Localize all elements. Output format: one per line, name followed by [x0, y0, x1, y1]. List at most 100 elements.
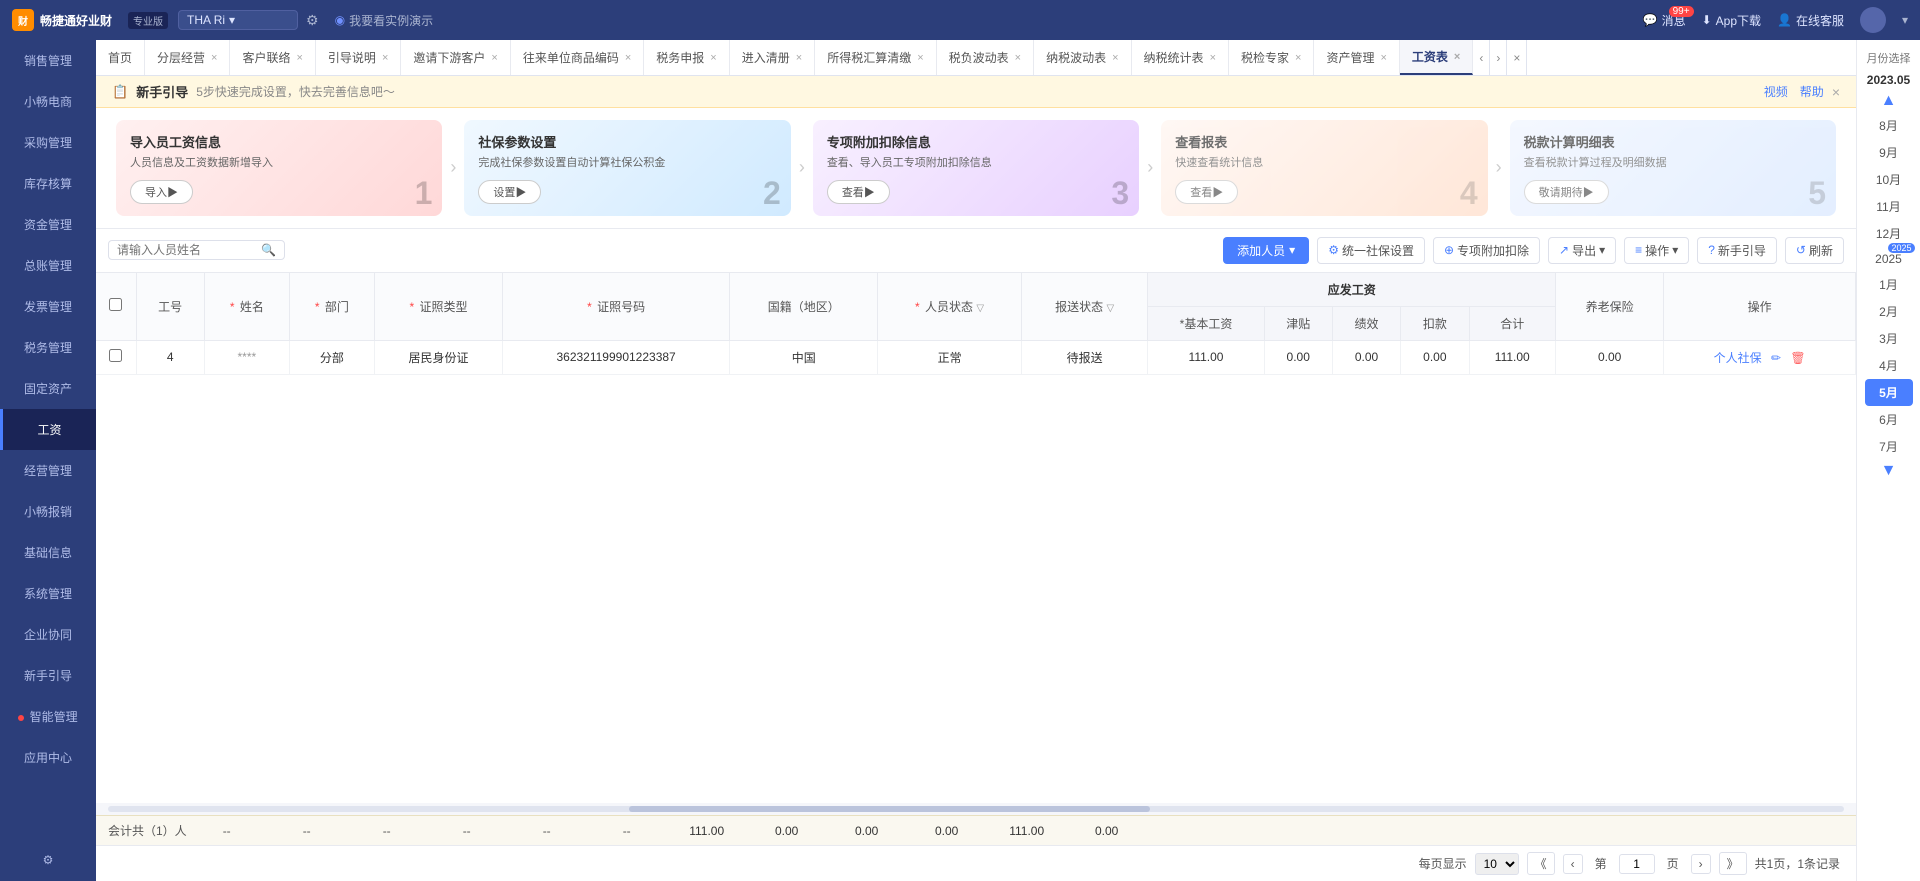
tab-tax-count[interactable]: 纳税统计表 × [1132, 40, 1229, 75]
sidebar-item-inventory[interactable]: 库存核算 [0, 163, 96, 204]
last-page-button[interactable]: 》 [1719, 852, 1747, 875]
sidebar-item-report[interactable]: 小畅报销 [0, 491, 96, 532]
tab-close-icon[interactable]: × [1210, 52, 1216, 64]
search-icon[interactable]: 🔍 [261, 243, 276, 257]
sidebar-item-coop[interactable]: 企业协同 [0, 614, 96, 655]
sidebar-item-basic[interactable]: 基础信息 [0, 532, 96, 573]
sidebar-item-ledger[interactable]: 总账管理 [0, 245, 96, 286]
tab-close-icon[interactable]: × [1112, 52, 1118, 64]
month-item-1[interactable]: 1月 [1865, 271, 1913, 298]
company-selector[interactable]: THA Ri ▾ [178, 10, 298, 30]
user-menu-icon[interactable]: ▾ [1902, 13, 1908, 27]
action-button[interactable]: ≡ 操作 ▾ [1624, 237, 1689, 264]
tab-prev-button[interactable]: ‹ [1473, 40, 1490, 75]
tab-tax-calc[interactable]: 所得税汇算清缴 × [815, 40, 936, 75]
sidebar-item-smart[interactable]: 智能管理 [0, 696, 96, 737]
tab-product-code[interactable]: 往来单位商品编码 × [511, 40, 644, 75]
page-number-input[interactable] [1619, 854, 1655, 874]
sidebar-item-guide[interactable]: 新手引导 [0, 655, 96, 696]
gear-icon[interactable]: ⚙ [306, 12, 319, 29]
tab-tax-expert[interactable]: 税检专家 × [1229, 40, 1314, 75]
avatar[interactable] [1860, 7, 1886, 33]
tab-close-icon[interactable]: × [625, 52, 631, 64]
export-button[interactable]: ↗ 导出 ▾ [1548, 237, 1616, 264]
tab-partition[interactable]: 分层经营 × [145, 40, 230, 75]
tab-customer[interactable]: 客户联络 × [230, 40, 315, 75]
tab-close-icon[interactable]: × [710, 52, 716, 64]
step-2-button[interactable]: 设置▶ [478, 180, 541, 204]
tab-clearbook[interactable]: 进入清册 × [730, 40, 815, 75]
horizontal-scrollbar[interactable] [96, 803, 1856, 815]
tab-close-icon[interactable]: × [917, 52, 923, 64]
sidebar-item-invoice[interactable]: 发票管理 [0, 286, 96, 327]
tab-close-icon[interactable]: × [211, 52, 217, 64]
add-person-button[interactable]: 添加人员 ▾ [1223, 237, 1309, 264]
sidebar-item-capital[interactable]: 资金管理 [0, 204, 96, 245]
prev-page-button[interactable]: ‹ [1563, 854, 1583, 874]
tab-salary[interactable]: 工资表 × [1400, 40, 1473, 75]
tab-next-button[interactable]: › [1490, 40, 1507, 75]
status-filter-icon[interactable]: ▽ [976, 303, 984, 314]
tab-invite[interactable]: 邀请下游客户 × [401, 40, 510, 75]
sidebar-item-sales[interactable]: 销售管理 [0, 40, 96, 81]
sidebar-item-asset[interactable]: 固定资产 [0, 368, 96, 409]
guide-close-icon[interactable]: × [1832, 84, 1840, 100]
tab-close-icon[interactable]: × [491, 52, 497, 64]
tab-guide[interactable]: 引导说明 × [316, 40, 401, 75]
tab-tax-report[interactable]: 税务申报 × [644, 40, 729, 75]
special-deduct-button[interactable]: ⊕ 专项附加扣除 [1433, 237, 1540, 264]
tab-home[interactable]: 首页 [96, 40, 145, 75]
action-edit-icon[interactable]: ✏ [1771, 351, 1781, 365]
sidebar-item-appcenter[interactable]: 应用中心 [0, 737, 96, 778]
search-input[interactable] [117, 243, 257, 257]
step-3-button[interactable]: 查看▶ [827, 180, 890, 204]
next-page-button[interactable]: › [1691, 854, 1711, 874]
month-item-6[interactable]: 6月 [1865, 406, 1913, 433]
sidebar-settings[interactable]: ⚙ [0, 839, 96, 881]
tab-close-all-button[interactable]: × [1507, 40, 1527, 75]
tab-tax-stat[interactable]: 纳税波动表 × [1034, 40, 1131, 75]
social-setting-button[interactable]: ⚙ 统一社保设置 [1317, 237, 1425, 264]
month-up-button[interactable]: ▲ [1877, 90, 1901, 112]
month-item-7[interactable]: 7月 [1865, 433, 1913, 460]
tab-close-icon[interactable]: × [382, 52, 388, 64]
month-item-4[interactable]: 4月 [1865, 352, 1913, 379]
month-item-8[interactable]: 8月 [1865, 112, 1913, 139]
page-size-select[interactable]: 10 20 50 [1475, 853, 1519, 875]
sidebar-item-operate[interactable]: 经营管理 [0, 450, 96, 491]
step-5-button[interactable]: 敬请期待▶ [1524, 180, 1609, 204]
tab-tax-reduce[interactable]: 税负波动表 × [937, 40, 1034, 75]
message-button[interactable]: 💬 消息 99+ [1643, 12, 1686, 29]
tab-asset-mgmt[interactable]: 资产管理 × [1314, 40, 1399, 75]
month-item-5[interactable]: 5月 [1865, 379, 1913, 406]
month-item-10[interactable]: 10月 [1865, 166, 1913, 193]
month-item-3[interactable]: 3月 [1865, 325, 1913, 352]
sidebar-item-purchase[interactable]: 采购管理 [0, 122, 96, 163]
tab-close-icon[interactable]: × [296, 52, 302, 64]
help-link[interactable]: 帮助 [1800, 83, 1824, 100]
video-link[interactable]: 视频 [1764, 83, 1788, 100]
month-item-year2025[interactable]: 2025 2025 [1865, 247, 1913, 271]
tab-close-icon[interactable]: × [1380, 52, 1386, 64]
tab-close-icon[interactable]: × [1015, 52, 1021, 64]
tab-close-icon[interactable]: × [796, 52, 802, 64]
action-social-insurance[interactable]: 个人社保 [1714, 351, 1762, 365]
sidebar-item-system[interactable]: 系统管理 [0, 573, 96, 614]
new-guide-button[interactable]: ? 新手引导 [1697, 237, 1777, 264]
action-delete-icon[interactable]: 🗑 [1790, 351, 1805, 365]
demo-link[interactable]: ◉ 我要看实例演示 [335, 12, 434, 29]
tab-close-icon[interactable]: × [1295, 52, 1301, 64]
sidebar-item-salary[interactable]: 工资 [0, 409, 96, 450]
first-page-button[interactable]: 《 [1527, 852, 1555, 875]
month-item-2[interactable]: 2月 [1865, 298, 1913, 325]
step-1-button[interactable]: 导入▶ [130, 180, 193, 204]
refresh-button[interactable]: ↺ 刷新 [1785, 237, 1844, 264]
app-download-button[interactable]: ⬇ App下载 [1702, 12, 1761, 29]
tab-close-icon[interactable]: × [1454, 51, 1460, 63]
scrollbar-thumb[interactable] [629, 806, 1150, 812]
sidebar-item-tax[interactable]: 税务管理 [0, 327, 96, 368]
sidebar-item-ecom[interactable]: 小畅电商 [0, 81, 96, 122]
step-4-button[interactable]: 查看▶ [1175, 180, 1238, 204]
online-service-button[interactable]: 👤 在线客服 [1777, 12, 1844, 29]
report-filter-icon[interactable]: ▽ [1106, 303, 1114, 314]
